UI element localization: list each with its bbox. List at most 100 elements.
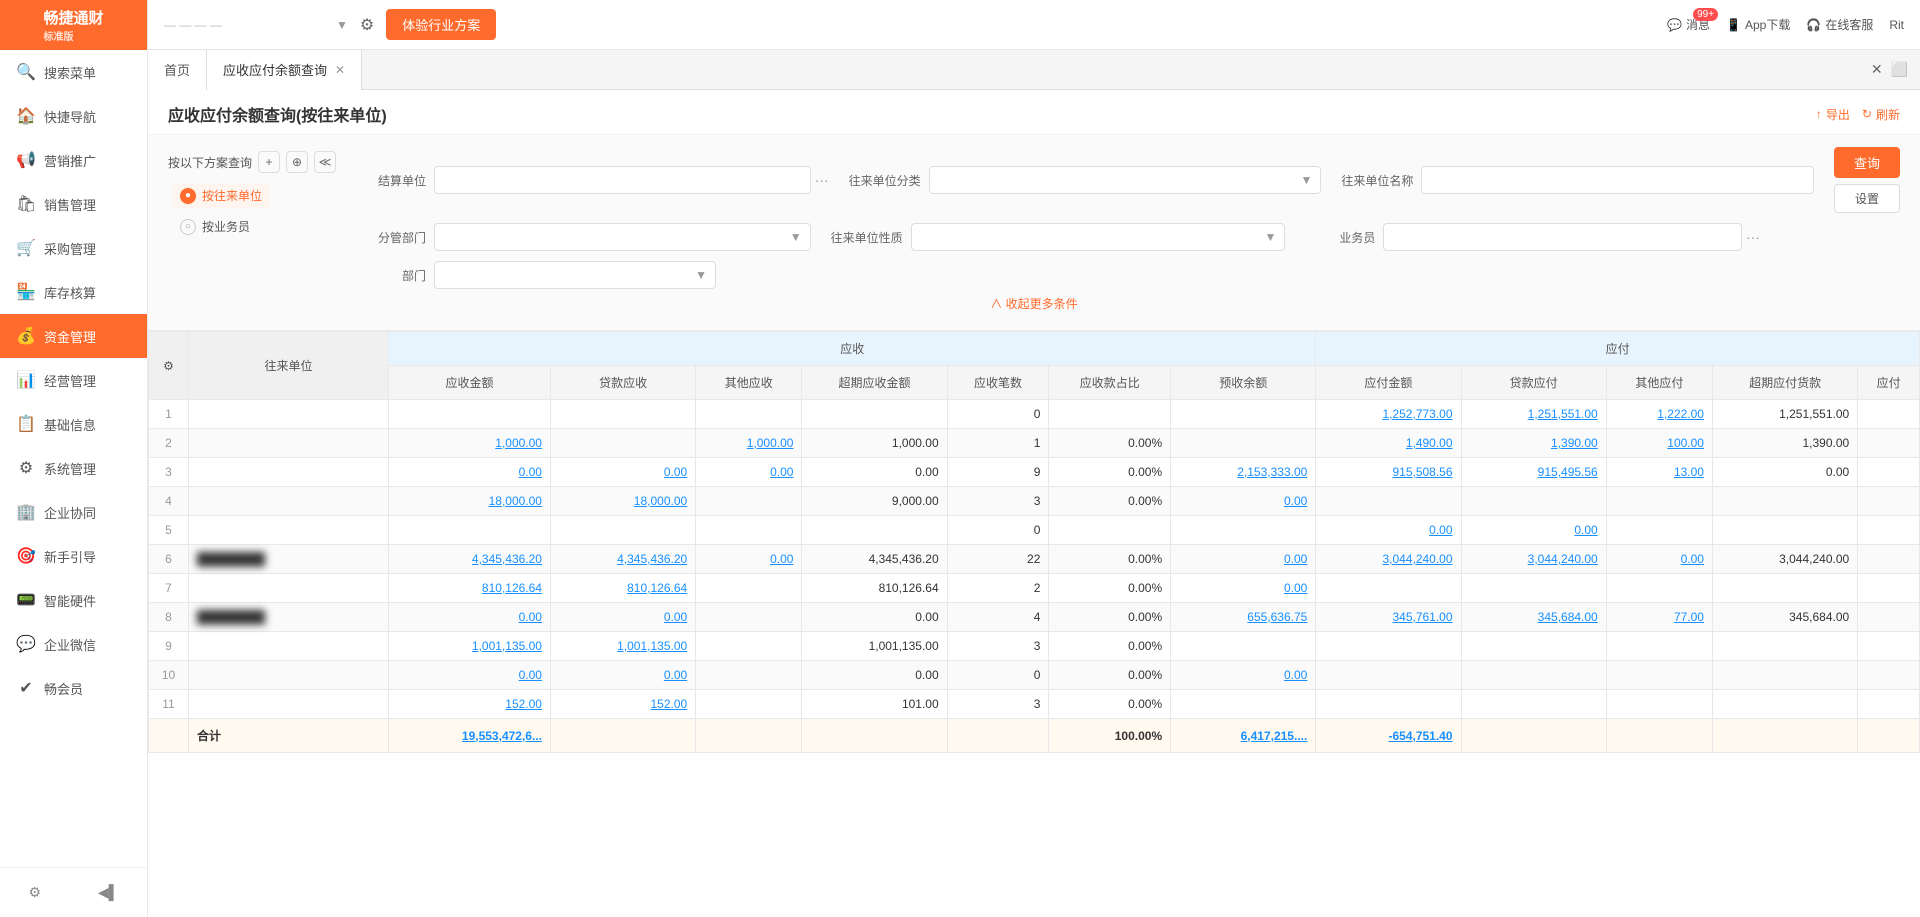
prev-scheme-btn[interactable]: ≪ xyxy=(314,151,336,173)
data-cell[interactable]: 3,044,240.00 xyxy=(1316,545,1461,574)
data-cell[interactable] xyxy=(1171,429,1316,458)
data-cell[interactable]: 655,636.75 xyxy=(1171,603,1316,632)
data-cell[interactable] xyxy=(696,690,802,719)
dept-select[interactable]: ▼ xyxy=(434,223,811,251)
data-cell[interactable]: 0.00 xyxy=(550,661,695,690)
staff-more-icon[interactable]: ··· xyxy=(1746,229,1760,245)
data-cell[interactable] xyxy=(1316,487,1461,516)
sidebar-item-basic[interactable]: 📋 基础信息 xyxy=(0,402,147,446)
data-cell[interactable]: 1,390.00 xyxy=(1461,429,1606,458)
sidebar-item-hardware[interactable]: 📟 智能硬件 xyxy=(0,578,147,622)
data-cell[interactable]: 1,000.00 xyxy=(389,429,551,458)
data-cell[interactable] xyxy=(696,661,802,690)
data-cell[interactable] xyxy=(1606,516,1712,545)
data-cell[interactable] xyxy=(696,603,802,632)
footer-cell[interactable]: -654,751.40 xyxy=(1316,719,1461,753)
data-cell[interactable]: 345,761.00 xyxy=(1316,603,1461,632)
data-cell[interactable]: 18,000.00 xyxy=(550,487,695,516)
filter-option-by-staff[interactable]: ○ 按业务员 xyxy=(172,214,270,239)
data-cell[interactable]: 1,001,135.00 xyxy=(550,632,695,661)
data-cell[interactable] xyxy=(550,400,695,429)
data-cell[interactable]: 0.00 xyxy=(696,458,802,487)
refresh-button[interactable]: ↻ 刷新 xyxy=(1862,106,1900,123)
data-cell[interactable] xyxy=(1316,690,1461,719)
tab-ar[interactable]: 应收应付余额查询 ✕ xyxy=(207,50,362,90)
promo-button[interactable]: 体验行业方案 xyxy=(386,9,496,40)
data-cell[interactable] xyxy=(1461,632,1606,661)
app-download-button[interactable]: 📱 App下载 xyxy=(1726,16,1790,33)
sidebar-item-quick[interactable]: 🏠 快捷导航 xyxy=(0,94,147,138)
data-cell[interactable]: 0.00 xyxy=(1171,545,1316,574)
sidebar-item-operation[interactable]: 📊 经营管理 xyxy=(0,358,147,402)
sidebar-item-purchase[interactable]: 🛒 采购管理 xyxy=(0,226,147,270)
header-gear-icon[interactable]: ⚙ xyxy=(360,15,374,35)
data-cell[interactable] xyxy=(1461,661,1606,690)
data-cell[interactable]: 0.00 xyxy=(389,661,551,690)
maximize-window-icon[interactable]: ⬜ xyxy=(1891,61,1908,78)
data-cell[interactable]: 0.00 xyxy=(1171,574,1316,603)
edit-scheme-btn[interactable]: ⊕ xyxy=(286,151,308,173)
data-cell[interactable]: 915,495.56 xyxy=(1461,458,1606,487)
bumen-select[interactable]: ▼ xyxy=(434,261,716,289)
sidebar-item-enterprise[interactable]: 🏢 企业协同 xyxy=(0,490,147,534)
query-button[interactable]: 查询 xyxy=(1834,147,1900,178)
data-cell[interactable]: 1,251,551.00 xyxy=(1461,400,1606,429)
data-cell[interactable] xyxy=(1606,632,1712,661)
data-cell[interactable]: 0.00 xyxy=(696,545,802,574)
collapse-button[interactable]: ∧ 收起更多条件 xyxy=(168,289,1900,318)
sidebar-item-inventory[interactable]: 🏪 库存核算 xyxy=(0,270,147,314)
data-cell[interactable]: 1,490.00 xyxy=(1316,429,1461,458)
data-cell[interactable] xyxy=(1316,661,1461,690)
data-cell[interactable]: 4,345,436.20 xyxy=(550,545,695,574)
data-cell[interactable] xyxy=(550,516,695,545)
footer-cell[interactable]: 19,553,472,6... xyxy=(389,719,551,753)
settings-col-header[interactable]: ⚙ xyxy=(149,332,189,400)
data-cell[interactable]: 0.00 xyxy=(550,458,695,487)
jisuan-more-icon[interactable]: ··· xyxy=(815,172,829,188)
data-cell[interactable]: 1,252,773.00 xyxy=(1316,400,1461,429)
data-cell[interactable] xyxy=(1316,574,1461,603)
user-info[interactable]: Rit xyxy=(1889,18,1904,32)
data-cell[interactable] xyxy=(696,632,802,661)
filter-option-by-unit[interactable]: ● 按往来单位 xyxy=(172,183,270,208)
sidebar-item-search[interactable]: 🔍 搜索菜单 xyxy=(0,50,147,94)
set-button[interactable]: 设置 xyxy=(1834,184,1900,213)
category-select[interactable]: ▼ xyxy=(929,166,1322,194)
data-cell[interactable]: 0.00 xyxy=(1316,516,1461,545)
data-cell[interactable] xyxy=(1606,487,1712,516)
sidebar-collapse-btn[interactable]: ◀▌ xyxy=(90,876,127,909)
data-cell[interactable]: 0.00 xyxy=(389,603,551,632)
data-cell[interactable]: 0.00 xyxy=(550,603,695,632)
tab-close-icon[interactable]: ✕ xyxy=(335,63,345,77)
online-service-button[interactable]: 🎧 在线客服 xyxy=(1806,16,1873,33)
close-window-icon[interactable]: ✕ xyxy=(1871,61,1883,78)
data-cell[interactable] xyxy=(696,574,802,603)
sidebar-item-wechat[interactable]: 💬 企业微信 xyxy=(0,622,147,666)
sidebar-item-guide[interactable]: 🎯 新手引导 xyxy=(0,534,147,578)
data-cell[interactable]: 810,126.64 xyxy=(550,574,695,603)
data-cell[interactable]: 0.00 xyxy=(1606,545,1712,574)
data-cell[interactable]: 0.00 xyxy=(1171,661,1316,690)
data-cell[interactable] xyxy=(550,429,695,458)
sidebar-item-sales[interactable]: 🛍 销售管理 xyxy=(0,182,147,226)
data-cell[interactable]: 152.00 xyxy=(550,690,695,719)
data-cell[interactable] xyxy=(1606,690,1712,719)
data-cell[interactable] xyxy=(1171,400,1316,429)
data-cell[interactable] xyxy=(1171,632,1316,661)
nature-select[interactable]: ▼ xyxy=(911,223,1286,251)
data-cell[interactable]: 0.00 xyxy=(389,458,551,487)
add-scheme-btn[interactable]: + xyxy=(258,151,280,173)
data-cell[interactable] xyxy=(696,516,802,545)
data-cell[interactable] xyxy=(1171,690,1316,719)
data-cell[interactable] xyxy=(696,400,802,429)
header-chevron-icon[interactable]: ▼ xyxy=(336,18,348,32)
data-cell[interactable] xyxy=(1171,516,1316,545)
name-input[interactable] xyxy=(1421,166,1814,194)
export-button[interactable]: ↑ 导出 xyxy=(1816,106,1850,123)
data-cell[interactable] xyxy=(1461,487,1606,516)
data-cell[interactable] xyxy=(1461,690,1606,719)
data-cell[interactable] xyxy=(389,400,551,429)
data-cell[interactable]: 1,000.00 xyxy=(696,429,802,458)
data-cell[interactable] xyxy=(1606,574,1712,603)
data-cell[interactable] xyxy=(1316,632,1461,661)
